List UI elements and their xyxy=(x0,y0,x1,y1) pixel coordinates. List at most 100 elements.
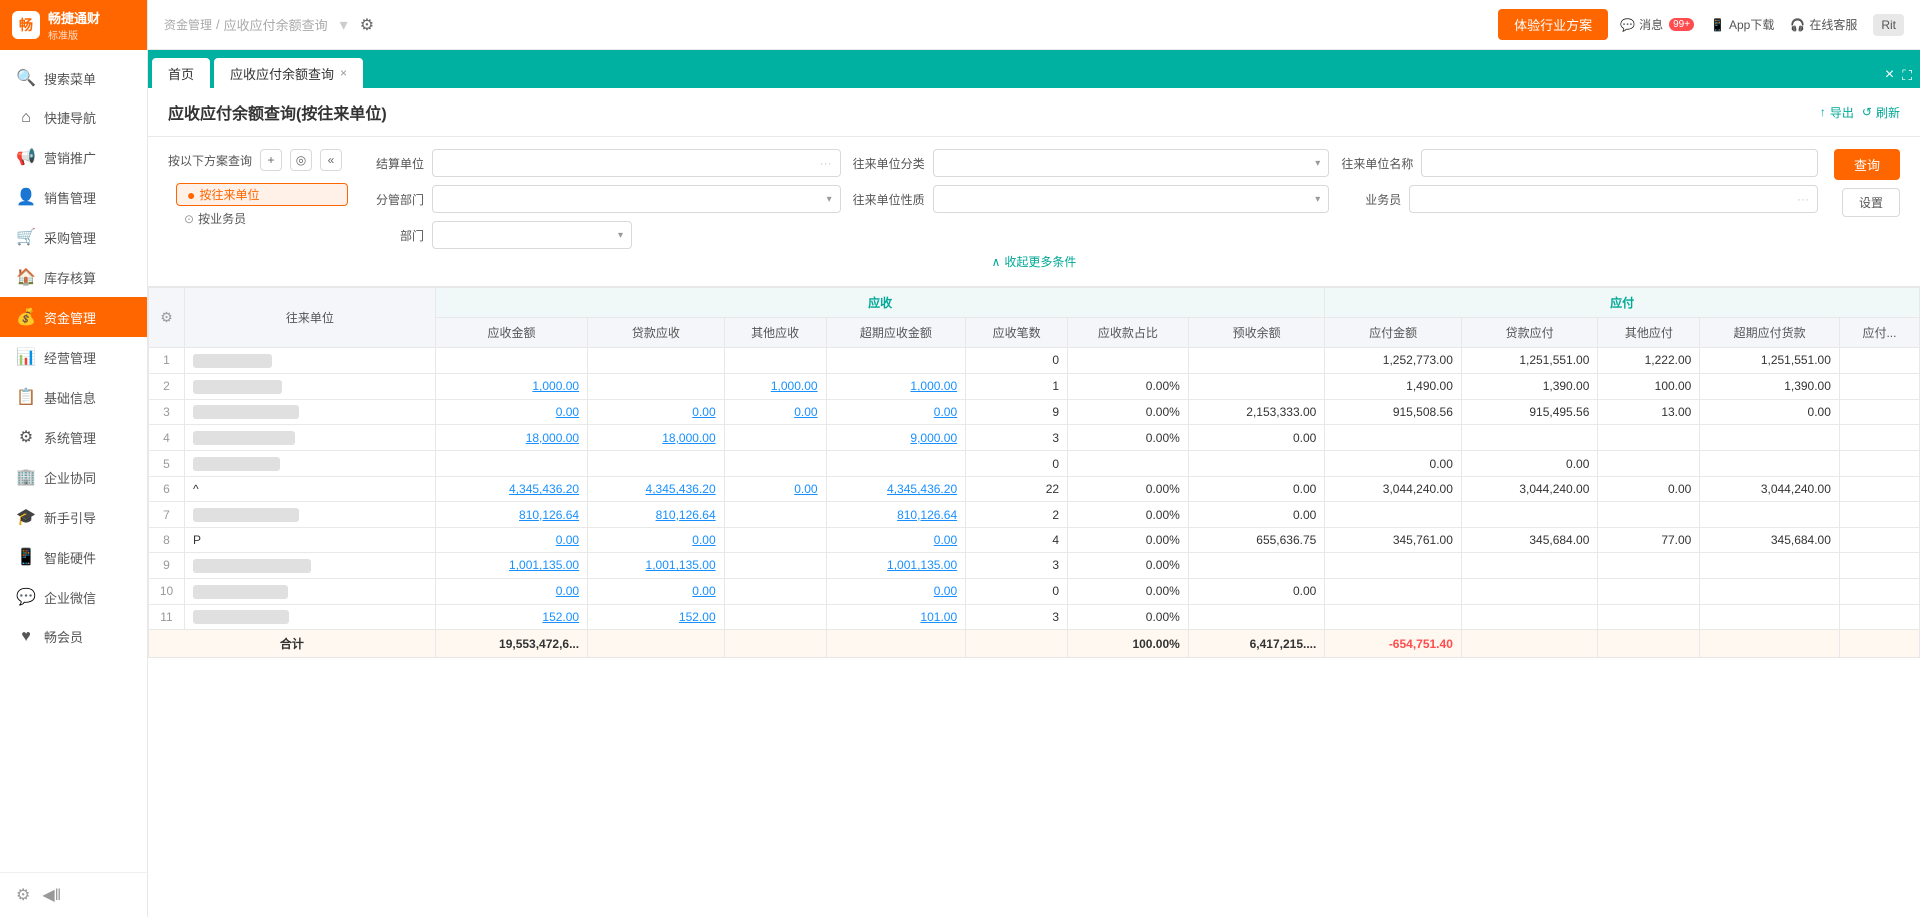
table-cell[interactable]: 0.00 xyxy=(724,399,826,425)
online-service-action[interactable]: 🎧 在线客服 xyxy=(1790,16,1857,33)
table-cell[interactable]: 101.00 xyxy=(826,604,966,630)
unit-name-input[interactable] xyxy=(1421,149,1818,177)
sidebar-item-marketing[interactable]: 📢 营销推广 xyxy=(0,137,147,177)
table-cell[interactable]: 1,490.00 xyxy=(1325,373,1462,399)
table-cell[interactable]: 9,000.00 xyxy=(826,425,966,451)
sidebar-item-system[interactable]: ⚙ 系统管理 xyxy=(0,417,147,457)
table-cell[interactable]: 1,390.00 xyxy=(1461,373,1598,399)
table-cell[interactable]: 0.00 xyxy=(1461,451,1598,477)
settlement-unit-input[interactable]: ··· xyxy=(432,149,841,177)
table-cell[interactable]: 0.00 xyxy=(1188,502,1325,528)
table-cell[interactable]: 3,044,240.00 xyxy=(1700,477,1840,502)
table-cell[interactable]: 2,153,333.00 xyxy=(1188,399,1325,425)
table-cell[interactable]: 0.00 xyxy=(435,527,587,552)
table-cell[interactable]: 1,251,551.00 xyxy=(1461,348,1598,374)
table-cell[interactable]: 0.00 xyxy=(1700,399,1840,425)
table-cell[interactable]: 0.00% xyxy=(1068,425,1189,451)
unit-category-input[interactable]: ▾ xyxy=(933,149,1330,177)
add-scheme-button[interactable]: + xyxy=(260,149,282,171)
table-cell[interactable]: 1,251,551.00 xyxy=(1700,348,1840,374)
solution-button[interactable]: 体验行业方案 xyxy=(1498,9,1608,40)
tab-close-window-icon[interactable]: × xyxy=(1885,66,1894,84)
table-cell[interactable]: 0.00% xyxy=(1068,477,1189,502)
table-cell[interactable]: 4,345,436.20 xyxy=(435,477,587,502)
table-cell[interactable]: 18,000.00 xyxy=(588,425,725,451)
app-download-action[interactable]: 📱 App下载 xyxy=(1710,16,1774,33)
sidebar-item-search[interactable]: 🔍 搜索菜单 xyxy=(0,58,147,98)
table-cell[interactable]: 810,126.64 xyxy=(588,502,725,528)
table-cell[interactable]: 0.00% xyxy=(1068,578,1189,604)
table-cell[interactable]: 0.00% xyxy=(1068,502,1189,528)
table-cell[interactable]: 0.00 xyxy=(826,578,966,604)
table-cell[interactable]: 915,495.56 xyxy=(1461,399,1598,425)
table-cell[interactable]: 3,044,240.00 xyxy=(1325,477,1462,502)
query-button[interactable]: 查询 xyxy=(1834,149,1900,180)
table-cell[interactable]: 22 xyxy=(966,477,1068,502)
sidebar-item-capital[interactable]: 💰 资金管理 xyxy=(0,297,147,337)
table-cell[interactable]: 345,761.00 xyxy=(1325,527,1462,552)
footer-ar-prepaid[interactable]: 6,417,215.... xyxy=(1188,630,1325,658)
sidebar-item-enterprise[interactable]: 🏢 企业协同 xyxy=(0,457,147,497)
table-cell[interactable]: 1,222.00 xyxy=(1598,348,1700,374)
table-cell[interactable]: 3 xyxy=(966,425,1068,451)
table-cell[interactable]: 0.00 xyxy=(435,399,587,425)
tab-home[interactable]: 首页 xyxy=(152,58,210,88)
table-cell[interactable]: 1 xyxy=(966,373,1068,399)
table-cell[interactable]: 100.00 xyxy=(1598,373,1700,399)
table-cell[interactable]: 0.00% xyxy=(1068,373,1189,399)
sidebar-item-inventory[interactable]: 🏠 库存核算 xyxy=(0,257,147,297)
table-cell[interactable]: 4,345,436.20 xyxy=(826,477,966,502)
table-cell[interactable]: 0.00% xyxy=(1068,552,1189,578)
table-cell[interactable]: 3 xyxy=(966,552,1068,578)
table-cell[interactable]: 810,126.64 xyxy=(826,502,966,528)
refresh-button[interactable]: ↺ 刷新 xyxy=(1862,104,1900,121)
sidebar-item-operation[interactable]: 📊 经营管理 xyxy=(0,337,147,377)
table-cell[interactable]: 1,390.00 xyxy=(1700,373,1840,399)
table-cell[interactable]: 1,001,135.00 xyxy=(588,552,725,578)
table-cell[interactable]: 77.00 xyxy=(1598,527,1700,552)
table-cell[interactable]: 345,684.00 xyxy=(1461,527,1598,552)
table-cell[interactable]: 0.00% xyxy=(1068,399,1189,425)
dept-input[interactable]: ▾ xyxy=(432,221,632,249)
unit-nature-input[interactable]: ▾ xyxy=(933,185,1330,213)
edit-scheme-button[interactable]: ◎ xyxy=(290,149,312,171)
footer-collapse-icon[interactable]: ◀‖ xyxy=(42,885,61,905)
table-cell[interactable]: 0.00 xyxy=(1188,578,1325,604)
table-cell[interactable]: 0.00 xyxy=(1188,477,1325,502)
settings-button[interactable]: 设置 xyxy=(1842,188,1900,217)
table-cell[interactable]: 152.00 xyxy=(435,604,587,630)
table-cell[interactable]: 0.00 xyxy=(588,399,725,425)
table-cell[interactable]: 4 xyxy=(966,527,1068,552)
table-cell[interactable]: 1,001,135.00 xyxy=(826,552,966,578)
sidebar-item-basic[interactable]: 📋 基础信息 xyxy=(0,377,147,417)
table-cell[interactable]: 0.00 xyxy=(1598,477,1700,502)
sidebar-item-sales[interactable]: 👤 销售管理 xyxy=(0,177,147,217)
table-cell[interactable]: 4,345,436.20 xyxy=(588,477,725,502)
table-cell[interactable]: 0.00 xyxy=(588,527,725,552)
table-cell[interactable]: 0.00 xyxy=(1188,425,1325,451)
table-cell[interactable]: 810,126.64 xyxy=(435,502,587,528)
sidebar-item-hardware[interactable]: 📱 智能硬件 xyxy=(0,537,147,577)
table-cell[interactable]: 655,636.75 xyxy=(1188,527,1325,552)
table-cell[interactable]: 0.00% xyxy=(1068,604,1189,630)
table-cell[interactable]: 1,252,773.00 xyxy=(1325,348,1462,374)
footer-settings-icon[interactable]: ⚙ xyxy=(16,885,30,905)
sidebar-item-quicknav[interactable]: ⌂ 快捷导航 xyxy=(0,98,147,137)
table-cell[interactable]: 18,000.00 xyxy=(435,425,587,451)
sidebar-item-wechat[interactable]: 💬 企业微信 xyxy=(0,577,147,617)
table-cell[interactable]: 9 xyxy=(966,399,1068,425)
table-cell[interactable]: 1,000.00 xyxy=(826,373,966,399)
scheme-by-partner[interactable]: ● 按往来单位 xyxy=(176,183,348,206)
table-cell[interactable]: 0.00 xyxy=(435,578,587,604)
sidebar-item-member[interactable]: ♥ 畅会员 xyxy=(0,617,147,656)
table-cell[interactable]: 3 xyxy=(966,604,1068,630)
table-settings-icon[interactable]: ⚙ xyxy=(160,309,173,325)
tab-close-icon[interactable]: × xyxy=(340,66,347,80)
topbar-gear-icon[interactable]: ⚙ xyxy=(360,15,374,35)
table-cell[interactable]: 0.00 xyxy=(826,399,966,425)
tab-ar-ap[interactable]: 应收应付余额查询 × xyxy=(214,58,363,88)
user-avatar[interactable]: Rit xyxy=(1873,14,1904,36)
tab-maximize-icon[interactable]: ⛶ xyxy=(1902,67,1912,84)
breadcrumb-dropdown-icon[interactable]: ▾ xyxy=(340,15,348,35)
table-cell[interactable]: 3,044,240.00 xyxy=(1461,477,1598,502)
